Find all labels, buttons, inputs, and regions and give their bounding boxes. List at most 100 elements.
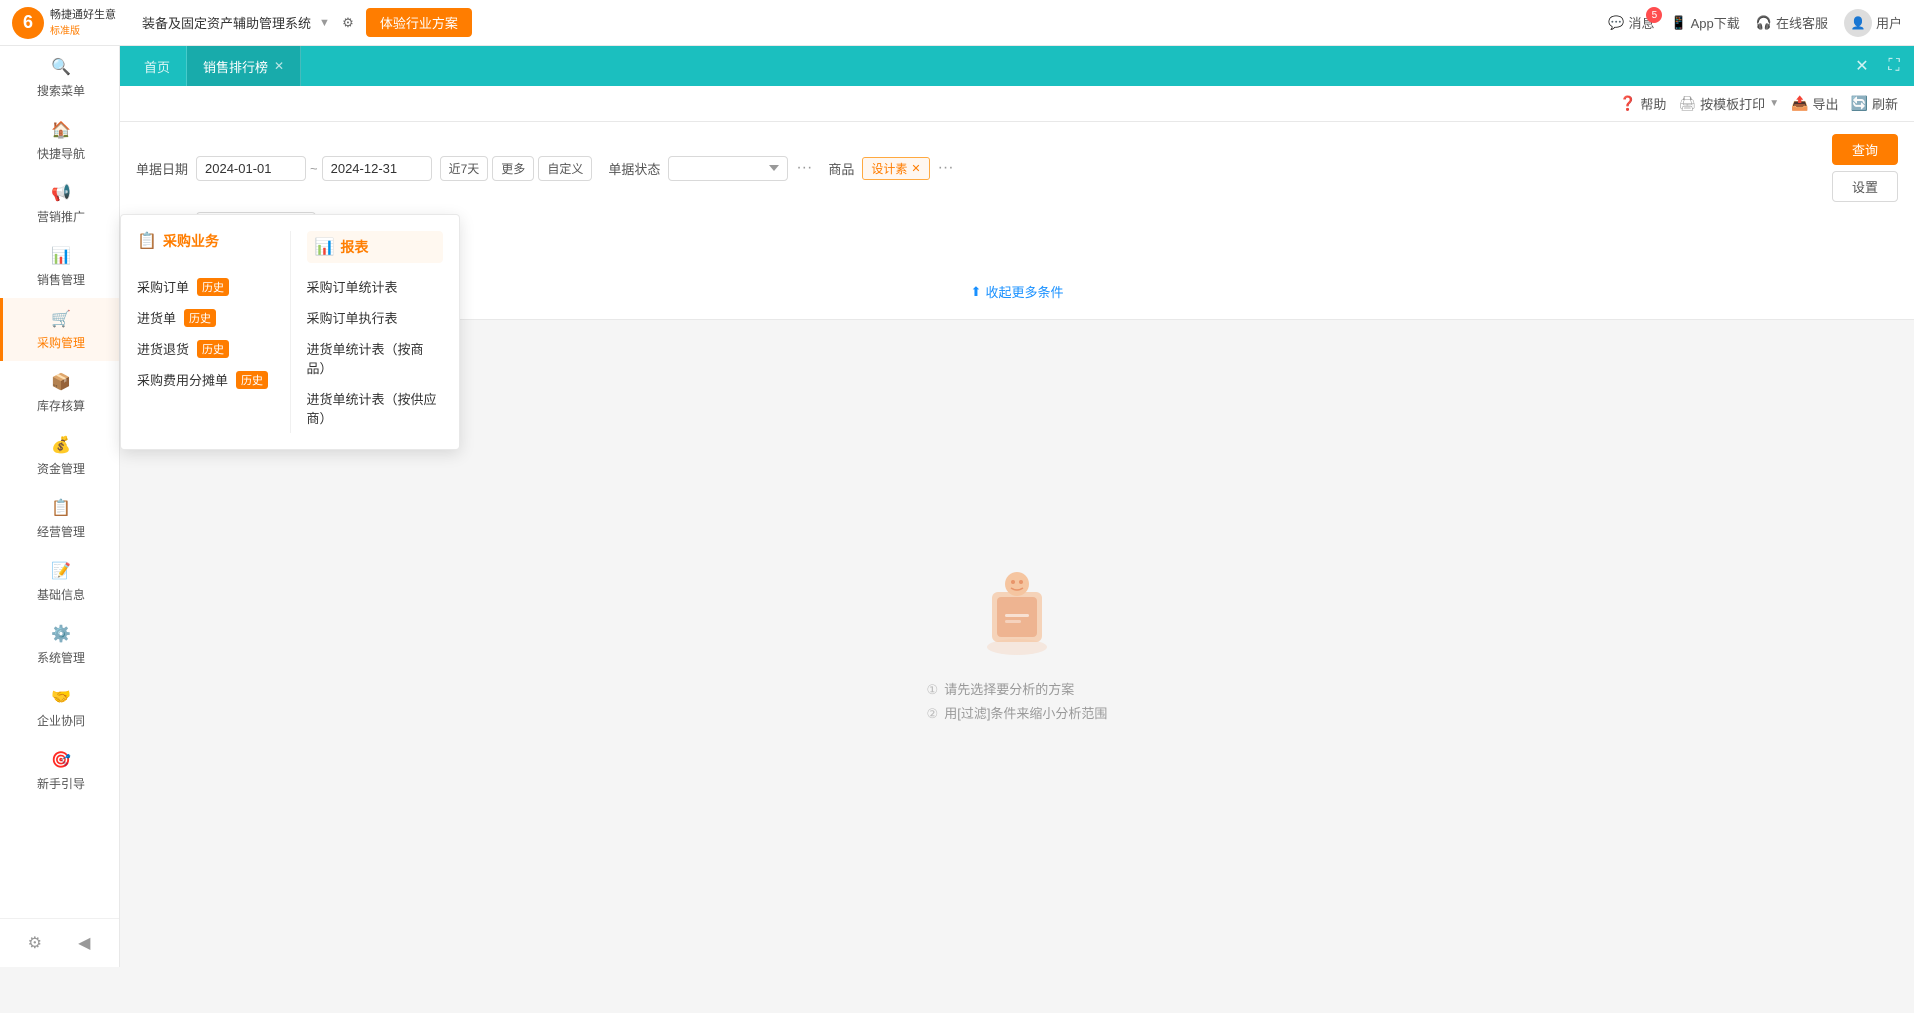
layout: 🔍 搜索菜单 🏠 快捷导航 📢 营销推广 📊 销售管理 🛒 采购管理 📦 库存核…	[0, 46, 1914, 967]
goods-tag-close[interactable]: ✕	[911, 162, 920, 175]
history-badge-3: 历史	[197, 340, 229, 358]
header-system: 装备及固定资产辅助管理系统 ▼ ⚙ 体验行业方案	[132, 8, 1608, 37]
message-icon: 💬	[1608, 15, 1624, 31]
date-quick-7days[interactable]: 近7天	[440, 156, 489, 181]
sidebar-item-label: 经营管理	[37, 523, 85, 540]
filter-row-1: 单据日期 ~ 近7天 更多 自定义 单据状态	[136, 134, 1898, 202]
dropdown-item-purchase-order-exec[interactable]: 采购订单执行表	[307, 302, 444, 333]
basic-icon: 📝	[50, 560, 72, 582]
print-template-btn[interactable]: 🖨 按模板打印 ▼	[1678, 94, 1779, 113]
empty-tip-1: 请先选择要分析的方案	[927, 678, 1108, 701]
sidebar-item-inventory[interactable]: 📦 库存核算	[0, 361, 119, 424]
industry-btn[interactable]: 体验行业方案	[366, 8, 472, 37]
logo-area: 6 畅捷通好生意 标准版	[12, 7, 132, 39]
tab-maximize-icon[interactable]: ⛶	[1882, 54, 1906, 78]
top-header: 6 畅捷通好生意 标准版 装备及固定资产辅助管理系统 ▼ ⚙ 体验行业方案 💬 …	[0, 0, 1914, 46]
sidebar-item-marketing[interactable]: 📢 营销推广	[0, 172, 119, 235]
dropdown-item-incoming-by-supplier[interactable]: 进货单统计表（按供应商）	[307, 383, 444, 433]
sidebar-item-enterprise[interactable]: 🤝 企业协同	[0, 676, 119, 739]
dropdown-item-purchase-order[interactable]: 采购订单 历史	[137, 271, 274, 302]
refresh-icon: 🔄	[1851, 95, 1868, 112]
sidebar-item-quick-nav[interactable]: 🏠 快捷导航	[0, 109, 119, 172]
user-avatar: 👤	[1844, 9, 1872, 37]
doc-status-filter: 单据状态 ···	[608, 156, 812, 181]
goods-dots[interactable]: ···	[938, 159, 954, 177]
system-dropdown-icon[interactable]: ▼	[319, 17, 330, 29]
doc-status-dots[interactable]: ···	[796, 159, 812, 177]
doc-status-label: 单据状态	[608, 159, 660, 178]
dropdown-item-purchase-order-stat[interactable]: 采购订单统计表	[307, 271, 444, 302]
dropdown-item-expense[interactable]: 采购费用分摊单 历史	[137, 364, 274, 395]
date-end-input[interactable]	[322, 156, 432, 181]
dropdown-item-return[interactable]: 进货退货 历史	[137, 333, 274, 364]
sidebar: 🔍 搜索菜单 🏠 快捷导航 📢 营销推广 📊 销售管理 🛒 采购管理 📦 库存核…	[0, 46, 120, 967]
goods-filter: 商品 设计素 ✕ ···	[828, 157, 953, 180]
query-btn[interactable]: 查询	[1832, 134, 1898, 165]
sidebar-item-label: 资金管理	[37, 460, 85, 477]
date-quick-buttons: 近7天 更多 自定义	[440, 156, 593, 181]
system-name: 装备及固定资产辅助管理系统	[142, 13, 311, 32]
sidebar-item-guide[interactable]: 🎯 新手引导	[0, 739, 119, 802]
date-quick-more[interactable]: 更多	[492, 156, 534, 181]
sidebar-item-basic[interactable]: 📝 基础信息	[0, 550, 119, 613]
dropdown-divider	[290, 231, 291, 433]
dropdown-menu: 📋 采购业务 采购订单 历史 进货单 历史 进货退货 历史 采购费用分摊单 历史…	[120, 214, 460, 450]
tab-home-label: 首页	[144, 57, 170, 76]
sidebar-item-search[interactable]: 🔍 搜索菜单	[0, 46, 119, 109]
sidebar-item-label: 企业协同	[37, 712, 85, 729]
sidebar-item-label: 采购管理	[37, 334, 85, 351]
user-btn[interactable]: 👤 用户	[1844, 9, 1902, 37]
messages-btn[interactable]: 💬 消息 5	[1608, 13, 1654, 32]
sidebar-item-finance[interactable]: 💰 资金管理	[0, 424, 119, 487]
enterprise-icon: 🤝	[50, 686, 72, 708]
main-content: 首页 销售排行榜 ✕ ✕ ⛶ ❓ 帮助 🖨 按模板打印 ▼ 📤	[120, 46, 1914, 967]
refresh-btn[interactable]: 🔄 刷新	[1851, 94, 1898, 113]
empty-tip-2: 用[过滤]条件来缩小分析范围	[927, 702, 1108, 725]
setting-btn[interactable]: 设置	[1832, 171, 1898, 202]
online-service-btn[interactable]: 🎧 在线客服	[1756, 13, 1828, 32]
empty-illustration	[967, 562, 1067, 662]
date-start-input[interactable]	[196, 156, 306, 181]
help-icon: ❓	[1619, 95, 1636, 112]
tab-close-icon[interactable]: ✕	[274, 59, 284, 73]
sidebar-item-operations[interactable]: 📋 经营管理	[0, 487, 119, 550]
sidebar-item-label: 快捷导航	[37, 145, 85, 162]
inventory-icon: 📦	[50, 371, 72, 393]
tab-close-icon[interactable]: ✕	[1850, 54, 1874, 78]
dropdown-item-incoming-by-goods[interactable]: 进货单统计表（按商品）	[307, 333, 444, 383]
app-download-btn[interactable]: 📱 App下载	[1670, 13, 1739, 32]
tab-home[interactable]: 首页	[128, 46, 187, 86]
purchase-icon: 🛒	[50, 308, 72, 330]
sidebar-item-label: 新手引导	[37, 775, 85, 792]
phone-icon: 📱	[1670, 15, 1686, 31]
history-badge-1: 历史	[197, 278, 229, 296]
help-btn[interactable]: ❓ 帮助	[1619, 94, 1666, 113]
date-range: ~	[196, 156, 432, 181]
header-right: 💬 消息 5 📱 App下载 🎧 在线客服 👤 用户	[1608, 9, 1902, 37]
sidebar-item-sales[interactable]: 📊 销售管理	[0, 235, 119, 298]
tab-sales-rank[interactable]: 销售排行榜 ✕	[187, 46, 301, 86]
sidebar-item-system[interactable]: ⚙️ 系统管理	[0, 613, 119, 676]
goods-tag: 设计素 ✕	[862, 157, 929, 180]
settings-icon[interactable]: ⚙	[21, 929, 49, 957]
sidebar-item-purchase[interactable]: 🛒 采购管理	[0, 298, 119, 361]
btn-area: 查询 设置	[1832, 134, 1898, 202]
date-label: 单据日期	[136, 159, 188, 178]
finance-icon: 💰	[50, 434, 72, 456]
sidebar-bottom: ⚙ ◀	[0, 918, 119, 967]
history-badge-4: 历史	[236, 371, 268, 389]
export-btn[interactable]: 📤 导出	[1791, 94, 1838, 113]
system-icon: ⚙️	[50, 623, 72, 645]
headset-icon: 🎧	[1756, 15, 1772, 31]
print-icon: 🖨	[1678, 95, 1696, 112]
collapse-sidebar-icon[interactable]: ◀	[70, 929, 98, 957]
goods-label: 商品	[828, 159, 854, 178]
date-quick-custom[interactable]: 自定义	[538, 156, 592, 181]
sales-icon: 📊	[50, 245, 72, 267]
doc-status-select[interactable]	[668, 156, 788, 181]
report-title-icon: 📊	[315, 237, 335, 257]
empty-tips: 请先选择要分析的方案 用[过滤]条件来缩小分析范围	[927, 678, 1108, 725]
sidebar-item-label: 营销推广	[37, 208, 85, 225]
dropdown-item-incoming[interactable]: 进货单 历史	[137, 302, 274, 333]
system-gear-icon[interactable]: ⚙	[338, 13, 358, 33]
